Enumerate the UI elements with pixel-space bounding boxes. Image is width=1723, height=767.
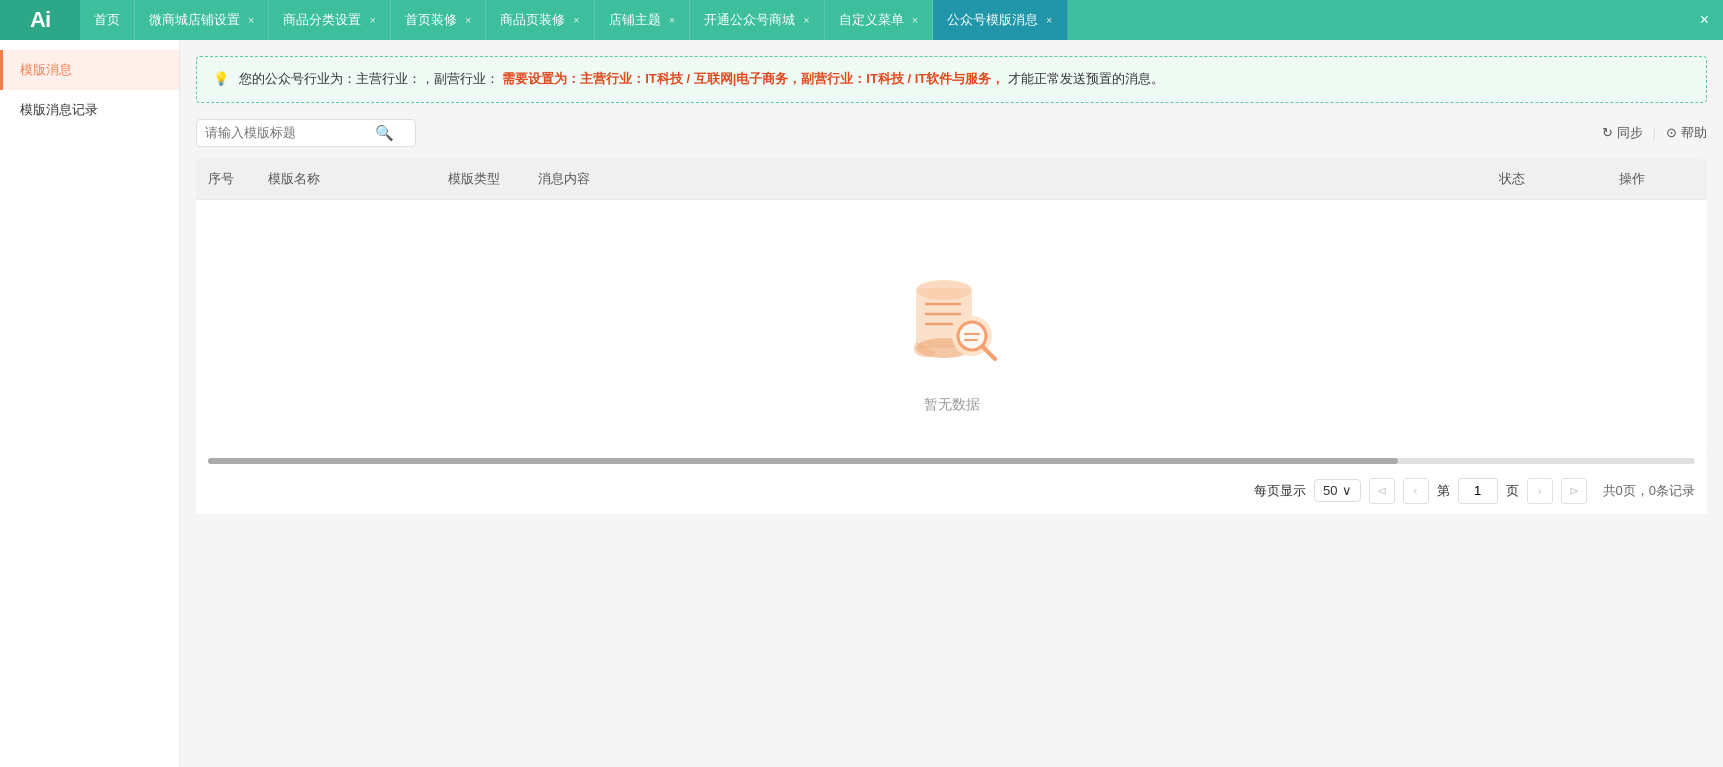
close-tab-icon[interactable]: × — [669, 14, 675, 26]
nav-tab-shop-setting[interactable]: 微商城店铺设置× — [135, 0, 269, 40]
table-header-row: 序号 模版名称 模版类型 消息内容 状态 操作 — [196, 159, 1707, 200]
nav-tab-template-msg[interactable]: 公众号模版消息× — [933, 0, 1067, 40]
nav-tab-product-decor[interactable]: 商品页装修× — [486, 0, 594, 40]
page-size-label: 每页显示 — [1254, 482, 1306, 500]
svg-line-9 — [983, 347, 995, 359]
nav-tab-shop-theme[interactable]: 店铺主题× — [595, 0, 690, 40]
search-row: 🔍 ↻ 同步 | ⊙ 帮助 — [196, 119, 1707, 147]
scrollbar-track[interactable] — [208, 458, 1695, 464]
next-page-button[interactable]: › — [1527, 478, 1553, 504]
prev-page-button[interactable]: ‹ — [1403, 478, 1429, 504]
top-navigation: Ai 首页微商城店铺设置×商品分类设置×首页装修×商品页装修×店铺主题×开通公众… — [0, 0, 1723, 40]
search-icon[interactable]: 🔍 — [375, 124, 394, 142]
close-all-button[interactable]: × — [1686, 0, 1723, 40]
nav-tab-custom-menu[interactable]: 自定义菜单× — [825, 0, 933, 40]
search-input[interactable] — [205, 125, 375, 140]
page-unit-label: 页 — [1506, 482, 1519, 500]
help-button[interactable]: ⊙ 帮助 — [1666, 124, 1707, 142]
notice-highlight: 需要设置为：主营行业：IT科技 / 互联网|电子商务，副营行业：IT科技 / I… — [502, 71, 1004, 86]
search-box: 🔍 — [196, 119, 416, 147]
nav-tab-category-setting[interactable]: 商品分类设置× — [269, 0, 390, 40]
close-tab-icon[interactable]: × — [248, 14, 254, 26]
sync-button[interactable]: ↻ 同步 — [1602, 124, 1643, 142]
empty-illustration — [892, 260, 1012, 380]
page-number-input[interactable] — [1458, 478, 1498, 504]
close-tab-icon[interactable]: × — [912, 14, 918, 26]
col-type: 模版类型 — [436, 159, 526, 200]
col-action: 操作 — [1607, 159, 1707, 200]
chevron-down-icon: ∨ — [1342, 483, 1352, 498]
page-di-label: 第 — [1437, 482, 1450, 500]
empty-row: 暂无数据 — [196, 199, 1707, 454]
last-page-button[interactable]: ⊳ — [1561, 478, 1587, 504]
close-tab-icon[interactable]: × — [1046, 14, 1052, 26]
col-index: 序号 — [196, 159, 256, 200]
col-status: 状态 — [1487, 159, 1607, 200]
empty-state: 暂无数据 — [196, 200, 1707, 454]
col-content: 消息内容 — [526, 159, 1487, 200]
close-tab-icon[interactable]: × — [369, 14, 375, 26]
sidebar: 模版消息 模版消息记录 — [0, 40, 180, 767]
content-area: 💡 您的公众号行业为：主营行业：，副营行业： 需要设置为：主营行业：IT科技 /… — [180, 40, 1723, 767]
sync-icon: ↻ — [1602, 125, 1613, 140]
close-tab-icon[interactable]: × — [803, 14, 809, 26]
empty-text: 暂无数据 — [924, 396, 980, 414]
scrollbar-row — [196, 454, 1707, 468]
help-icon: ⊙ — [1666, 125, 1677, 140]
sidebar-item-template-msg[interactable]: 模版消息 — [0, 50, 179, 90]
bulb-icon: 💡 — [213, 71, 229, 86]
sidebar-item-template-msg-record[interactable]: 模版消息记录 — [0, 90, 179, 130]
page-size-value: 50 — [1323, 483, 1337, 498]
pagination-row: 每页显示 50 ∨ ⊲ ‹ 第 页 › ⊳ 共0页，0条记录 — [196, 468, 1707, 514]
first-page-button[interactable]: ⊲ — [1369, 478, 1395, 504]
col-name: 模版名称 — [256, 159, 436, 200]
page-total: 共0页，0条记录 — [1603, 482, 1695, 500]
toolbar-divider: | — [1653, 125, 1656, 140]
toolbar-right: ↻ 同步 | ⊙ 帮助 — [1602, 124, 1707, 142]
nav-tab-open-mall[interactable]: 开通公众号商城× — [690, 0, 824, 40]
notice-banner: 💡 您的公众号行业为：主营行业：，副营行业： 需要设置为：主营行业：IT科技 /… — [196, 56, 1707, 103]
nav-tab-home[interactable]: 首页 — [80, 0, 135, 40]
nav-tab-home-decor[interactable]: 首页装修× — [391, 0, 486, 40]
close-tab-icon[interactable]: × — [573, 14, 579, 26]
close-tab-icon[interactable]: × — [465, 14, 471, 26]
nav-tabs-container: 首页微商城店铺设置×商品分类设置×首页装修×商品页装修×店铺主题×开通公众号商城… — [80, 0, 1686, 40]
data-table: 序号 模版名称 模版类型 消息内容 状态 操作 — [196, 159, 1707, 454]
page-size-select[interactable]: 50 ∨ — [1314, 479, 1360, 502]
logo: Ai — [0, 0, 80, 40]
main-layout: 模版消息 模版消息记录 💡 您的公众号行业为：主营行业：，副营行业： 需要设置为… — [0, 40, 1723, 767]
scrollbar-thumb[interactable] — [208, 458, 1398, 464]
